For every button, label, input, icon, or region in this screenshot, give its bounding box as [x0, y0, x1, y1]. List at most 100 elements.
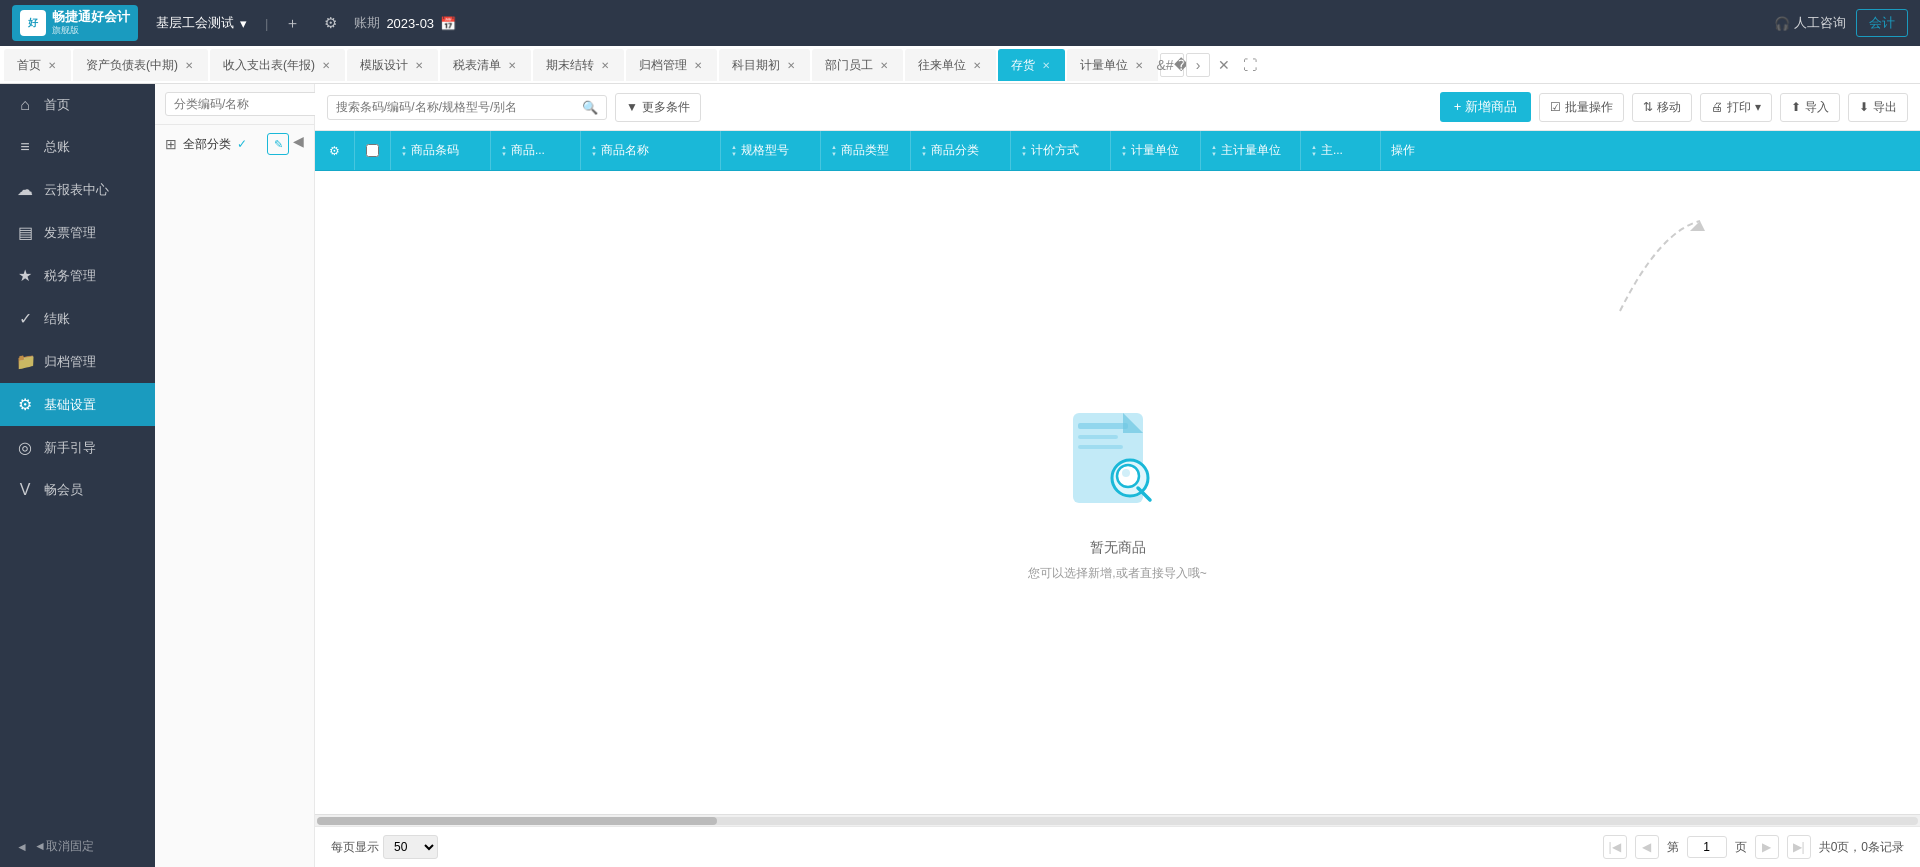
- product-search-input[interactable]: [336, 100, 576, 114]
- th-num[interactable]: ▲▼ 主...: [1301, 131, 1381, 170]
- th-pricing-method[interactable]: ▲▼ 计价方式: [1011, 131, 1111, 170]
- tab-partner-close[interactable]: ✕: [971, 59, 983, 72]
- tab-inventory[interactable]: 存货 ✕: [998, 49, 1065, 81]
- tab-archive-close[interactable]: ✕: [692, 59, 704, 72]
- print-button[interactable]: 🖨 打印 ▾: [1700, 93, 1772, 122]
- tab-tax-close[interactable]: ✕: [506, 59, 518, 72]
- sidebar-item-basic[interactable]: ⚙ 基础设置: [0, 383, 155, 426]
- tab-unit-close[interactable]: ✕: [1133, 59, 1145, 72]
- th-product-code[interactable]: ▲▼ 商品...: [491, 131, 581, 170]
- tab-balance[interactable]: 资产负债表(中期) ✕: [73, 49, 208, 81]
- company-selector[interactable]: 基层工会测试 ▾: [148, 10, 255, 36]
- left-panel: 🔍 ⊞ 全部分类 ✓ ✎ ◀: [155, 84, 315, 867]
- tab-template[interactable]: 模版设计 ✕: [347, 49, 438, 81]
- add-product-button[interactable]: + 新增商品: [1440, 92, 1531, 122]
- first-page-button[interactable]: |◀: [1603, 835, 1627, 859]
- th-unit[interactable]: ▲▼ 计量单位: [1111, 131, 1201, 170]
- service-button[interactable]: 🎧 人工咨询: [1774, 14, 1846, 32]
- horizontal-scrollbar[interactable]: [315, 814, 1920, 826]
- th-product-name[interactable]: ▲▼ 商品名称: [581, 131, 721, 170]
- page-size-select[interactable]: 20 50 100 200: [383, 835, 438, 859]
- tab-partner[interactable]: 往来单位 ✕: [905, 49, 996, 81]
- th-barcode[interactable]: ▲▼ 商品条码: [391, 131, 491, 170]
- prev-page-button[interactable]: ◀: [1635, 835, 1659, 859]
- tab-tax[interactable]: 税表清单 ✕: [440, 49, 531, 81]
- unpin-label: ◄取消固定: [34, 838, 94, 855]
- tab-subject[interactable]: 科目期初 ✕: [719, 49, 810, 81]
- tab-next-button[interactable]: ›: [1186, 53, 1210, 77]
- filter-button[interactable]: ▼ 更多条件: [615, 93, 701, 122]
- tab-expand-button[interactable]: ⛶: [1238, 53, 1262, 77]
- member-icon: V: [16, 481, 34, 499]
- search-box: 🔍: [327, 95, 607, 120]
- next-page-button[interactable]: ▶: [1755, 835, 1779, 859]
- dropdown-icon: ▾: [240, 16, 247, 31]
- sidebar-item-home[interactable]: ⌂ 首页: [0, 84, 155, 126]
- period-value: 2023-03: [386, 16, 434, 31]
- export-button[interactable]: ⬇ 导出: [1848, 93, 1908, 122]
- import-icon: ⬆: [1791, 100, 1801, 114]
- sidebar-item-basic-label: 基础设置: [44, 396, 96, 414]
- sidebar-item-tax[interactable]: ★ 税务管理: [0, 254, 155, 297]
- sidebar-item-tax-label: 税务管理: [44, 267, 96, 285]
- th-product-category[interactable]: ▲▼ 商品分类: [911, 131, 1011, 170]
- closing-icon: ✓: [16, 309, 34, 328]
- content-area: 🔍 ⊞ 全部分类 ✓ ✎ ◀: [155, 84, 1920, 867]
- th-main-unit[interactable]: ▲▼ 主计量单位: [1201, 131, 1301, 170]
- sidebar-item-member[interactable]: V 畅会员: [0, 469, 155, 511]
- settings-icon[interactable]: ⚙: [316, 9, 344, 37]
- sidebar-item-ledger[interactable]: ≡ 总账: [0, 126, 155, 168]
- calendar-icon[interactable]: 📅: [440, 16, 456, 31]
- sidebar-item-invoice[interactable]: ▤ 发票管理: [0, 211, 155, 254]
- sidebar-unpin-button[interactable]: ◄ ◄取消固定: [0, 826, 155, 867]
- import-button[interactable]: ⬆ 导入: [1780, 93, 1840, 122]
- tab-balance-close[interactable]: ✕: [183, 59, 195, 72]
- add-tab-button[interactable]: ＋: [278, 9, 306, 37]
- collapse-panel-button[interactable]: ◀: [293, 133, 304, 155]
- tab-home[interactable]: 首页 ✕: [4, 49, 71, 81]
- sidebar-item-archive[interactable]: 📁 归档管理: [0, 340, 155, 383]
- tab-department[interactable]: 部门员工 ✕: [812, 49, 903, 81]
- last-page-button[interactable]: ▶|: [1787, 835, 1811, 859]
- tab-inventory-close[interactable]: ✕: [1040, 59, 1052, 72]
- scrollbar-thumb[interactable]: [317, 817, 717, 825]
- tab-period-end[interactable]: 期末结转 ✕: [533, 49, 624, 81]
- sidebar-item-member-label: 畅会员: [44, 481, 83, 499]
- tab-prev-button[interactable]: &#�: [1160, 53, 1184, 77]
- page-prefix-label: 第: [1667, 839, 1679, 856]
- filter-icon: ▼: [626, 100, 638, 114]
- svg-rect-2: [1078, 423, 1128, 429]
- tab-unit[interactable]: 计量单位 ✕: [1067, 49, 1158, 81]
- batch-ops-button[interactable]: ☑ 批量操作: [1539, 93, 1624, 122]
- th-checkbox[interactable]: [355, 131, 391, 170]
- tab-subject-close[interactable]: ✕: [785, 59, 797, 72]
- th-spec[interactable]: ▲▼ 规格型号: [721, 131, 821, 170]
- account-button[interactable]: 会计: [1856, 9, 1908, 37]
- page-number-input[interactable]: [1687, 836, 1727, 858]
- sidebar-item-report[interactable]: ☁ 云报表中心: [0, 168, 155, 211]
- page-suffix-label: 页: [1735, 839, 1747, 856]
- sort-name-icon: ▲▼: [591, 144, 597, 157]
- tab-department-label: 部门员工: [825, 57, 873, 74]
- tab-pin-button[interactable]: ✕: [1212, 53, 1236, 77]
- search-icon[interactable]: 🔍: [582, 100, 598, 115]
- th-product-type[interactable]: ▲▼ 商品类型: [821, 131, 911, 170]
- tab-income-close[interactable]: ✕: [320, 59, 332, 72]
- th-settings[interactable]: ⚙: [315, 131, 355, 170]
- tab-income[interactable]: 收入支出表(年报) ✕: [210, 49, 345, 81]
- table-header: ⚙ ▲▼ 商品条码 ▲▼ 商品... ▲▼ 商品名称: [315, 131, 1920, 171]
- category-search-input[interactable]: [165, 92, 333, 116]
- sidebar-item-guide[interactable]: ◎ 新手引导: [0, 426, 155, 469]
- tab-template-close[interactable]: ✕: [413, 59, 425, 72]
- logo-area[interactable]: 好 畅捷通好会计 旗舰版: [12, 5, 138, 42]
- tab-archive[interactable]: 归档管理 ✕: [626, 49, 717, 81]
- th-operations: 操作: [1381, 131, 1461, 170]
- move-button[interactable]: ⇅ 移动: [1632, 93, 1692, 122]
- sidebar-item-closing[interactable]: ✓ 结账: [0, 297, 155, 340]
- select-all-checkbox[interactable]: [366, 144, 379, 157]
- tab-period-end-close[interactable]: ✕: [599, 59, 611, 72]
- total-records-label: 共0页，0条记录: [1819, 839, 1904, 856]
- tab-department-close[interactable]: ✕: [878, 59, 890, 72]
- tab-home-close[interactable]: ✕: [46, 59, 58, 72]
- category-edit-button[interactable]: ✎: [267, 133, 289, 155]
